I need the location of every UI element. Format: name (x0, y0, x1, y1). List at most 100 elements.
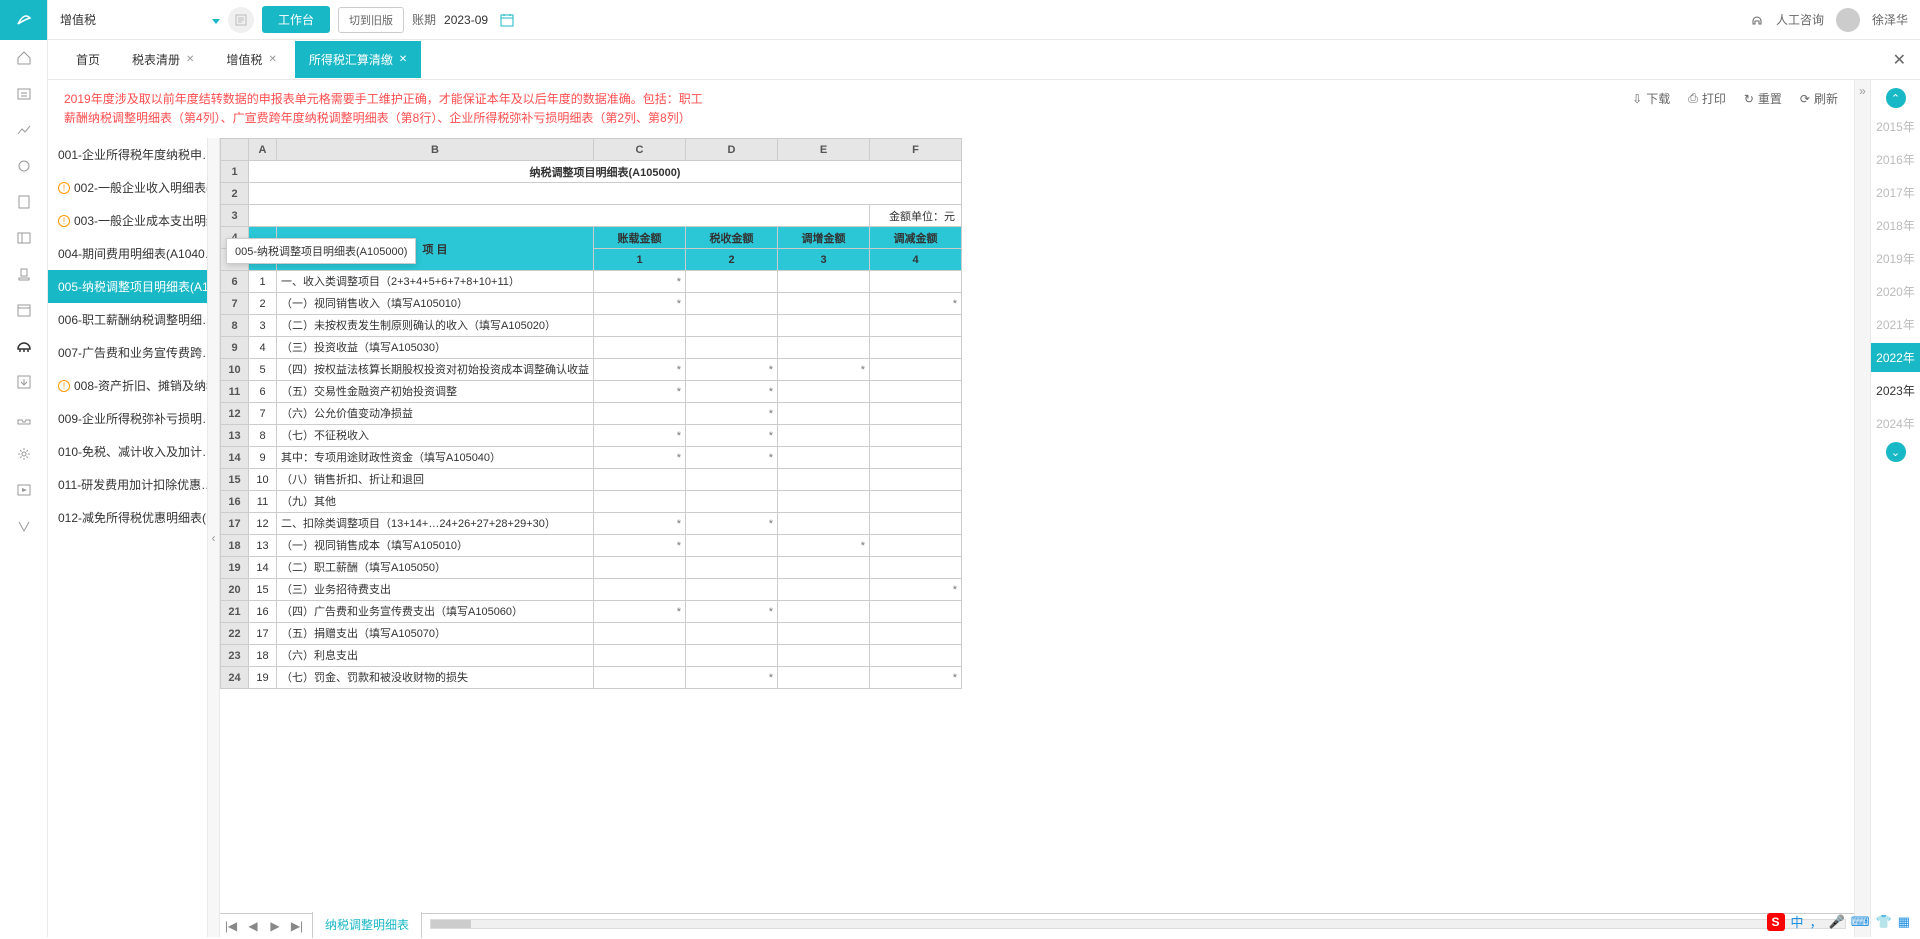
item-label-cell[interactable]: 二、扣除类调整项目（13+14+…24+26+27+28+29+30） (277, 513, 594, 535)
stamp-icon[interactable] (0, 256, 47, 292)
item-label-cell[interactable]: （九）其他 (277, 491, 594, 513)
form-nav-item[interactable]: !008-资产折旧、摊销及纳税… (48, 369, 207, 402)
data-cell[interactable] (594, 403, 686, 425)
row-number[interactable]: 14 (249, 557, 277, 579)
module-select[interactable]: 增值税 (60, 11, 220, 28)
sheet-scroll[interactable]: ABCDEF1纳税调整项目明细表(A105000)23金额单位：元4行次项 目账… (220, 138, 1854, 913)
tab-income-tax-settlement[interactable]: 所得税汇算清缴✕ (295, 41, 421, 78)
notes-icon[interactable] (228, 7, 254, 33)
data-cell[interactable] (870, 425, 962, 447)
data-cell[interactable] (870, 359, 962, 381)
row-number[interactable]: 10 (249, 469, 277, 491)
data-cell[interactable]: * (778, 535, 870, 557)
item-label-cell[interactable]: （六）公允价值变动净损益 (277, 403, 594, 425)
support-link[interactable]: 人工咨询 (1776, 11, 1824, 28)
row-header[interactable]: 10 (221, 359, 249, 381)
form-nav-item[interactable]: 004-期间费用明细表(A1040… (48, 237, 207, 270)
money-icon[interactable] (0, 148, 47, 184)
col-header[interactable]: E (778, 139, 870, 161)
data-cell[interactable]: * (686, 513, 778, 535)
item-label-cell[interactable]: （五）捐赠支出（填写A105070） (277, 623, 594, 645)
v-icon[interactable] (0, 508, 47, 544)
year-item[interactable]: 2020年 (1872, 277, 1919, 306)
data-cell[interactable] (686, 491, 778, 513)
avatar[interactable] (1836, 8, 1860, 32)
data-cell[interactable]: * (594, 447, 686, 469)
data-cell[interactable] (778, 579, 870, 601)
item-label-cell[interactable]: （七）不征税收入 (277, 425, 594, 447)
data-cell[interactable] (594, 645, 686, 667)
data-cell[interactable]: * (686, 447, 778, 469)
tab-vat[interactable]: 增值税✕ (212, 41, 290, 78)
form-nav-item[interactable]: !002-一般企业收入明细表(A… (48, 171, 207, 204)
row-header[interactable]: 15 (221, 469, 249, 491)
col-header[interactable]: F (870, 139, 962, 161)
ime-punct-icon[interactable]: ， (1810, 912, 1823, 931)
data-cell[interactable] (778, 513, 870, 535)
row-header[interactable]: 17 (221, 513, 249, 535)
data-cell[interactable] (870, 535, 962, 557)
data-cell[interactable] (870, 403, 962, 425)
data-cell[interactable]: * (594, 381, 686, 403)
data-cell[interactable] (870, 381, 962, 403)
data-cell[interactable]: * (778, 359, 870, 381)
data-cell[interactable] (686, 535, 778, 557)
data-cell[interactable] (594, 623, 686, 645)
data-cell[interactable] (870, 469, 962, 491)
row-header[interactable]: 14 (221, 447, 249, 469)
item-label-cell[interactable]: （三）业务招待费支出 (277, 579, 594, 601)
data-cell[interactable]: * (594, 293, 686, 315)
data-cell[interactable]: * (594, 271, 686, 293)
item-label-cell[interactable]: （四）广告费和业务宣传费支出（填写A105060） (277, 601, 594, 623)
item-label-cell[interactable]: （一）视同销售成本（填写A105010） (277, 535, 594, 557)
form-nav-item[interactable]: 012-减免所得税优惠明细表(… (48, 501, 207, 534)
data-cell[interactable]: * (594, 601, 686, 623)
year-item[interactable]: 2023年 (1872, 376, 1919, 405)
row-number[interactable]: 16 (249, 601, 277, 623)
item-label-cell[interactable]: （六）利息支出 (277, 645, 594, 667)
row-number[interactable]: 4 (249, 337, 277, 359)
data-cell[interactable]: * (594, 359, 686, 381)
sheet-first-icon[interactable]: |◀ (220, 919, 242, 933)
logo-icon[interactable] (0, 0, 47, 40)
data-cell[interactable] (778, 557, 870, 579)
data-cell[interactable] (870, 513, 962, 535)
row-header[interactable]: 22 (221, 623, 249, 645)
ime-skin-icon[interactable]: 👕 (1876, 914, 1892, 930)
row-header[interactable]: 11 (221, 381, 249, 403)
row-number[interactable]: 12 (249, 513, 277, 535)
form-nav-item[interactable]: 009-企业所得税弥补亏损明… (48, 402, 207, 435)
expand-rail[interactable]: » (1854, 80, 1870, 937)
data-cell[interactable] (686, 271, 778, 293)
ime-lang[interactable]: 中 (1791, 912, 1804, 931)
calendar-icon[interactable] (0, 292, 47, 328)
data-cell[interactable] (594, 491, 686, 513)
data-cell[interactable]: * (686, 381, 778, 403)
data-cell[interactable] (594, 667, 686, 689)
item-label-cell[interactable]: （八）销售折扣、折让和退回 (277, 469, 594, 491)
data-cell[interactable] (594, 469, 686, 491)
data-cell[interactable] (778, 645, 870, 667)
row-number[interactable]: 18 (249, 645, 277, 667)
year-item[interactable]: 2019年 (1872, 244, 1919, 273)
row-number[interactable]: 15 (249, 579, 277, 601)
data-cell[interactable] (686, 469, 778, 491)
item-label-cell[interactable]: （四）按权益法核算长期股权投资对初始投资成本调整确认收益 (277, 359, 594, 381)
data-cell[interactable]: * (686, 359, 778, 381)
row-number[interactable]: 5 (249, 359, 277, 381)
row-number[interactable]: 1 (249, 271, 277, 293)
data-cell[interactable] (686, 557, 778, 579)
col-header[interactable]: A (249, 139, 277, 161)
item-label-cell[interactable]: （五）交易性金融资产初始投资调整 (277, 381, 594, 403)
analytics-icon[interactable] (0, 112, 47, 148)
data-cell[interactable]: * (686, 601, 778, 623)
data-cell[interactable]: * (870, 579, 962, 601)
form-nav-item[interactable]: 005-纳税调整项目明细表(A1… (48, 270, 207, 303)
data-cell[interactable] (778, 491, 870, 513)
ime-logo-icon[interactable]: S (1767, 913, 1785, 931)
row-header[interactable]: 1 (221, 161, 249, 183)
row-number[interactable]: 11 (249, 491, 277, 513)
data-cell[interactable] (778, 381, 870, 403)
data-cell[interactable] (594, 337, 686, 359)
row-header[interactable]: 12 (221, 403, 249, 425)
